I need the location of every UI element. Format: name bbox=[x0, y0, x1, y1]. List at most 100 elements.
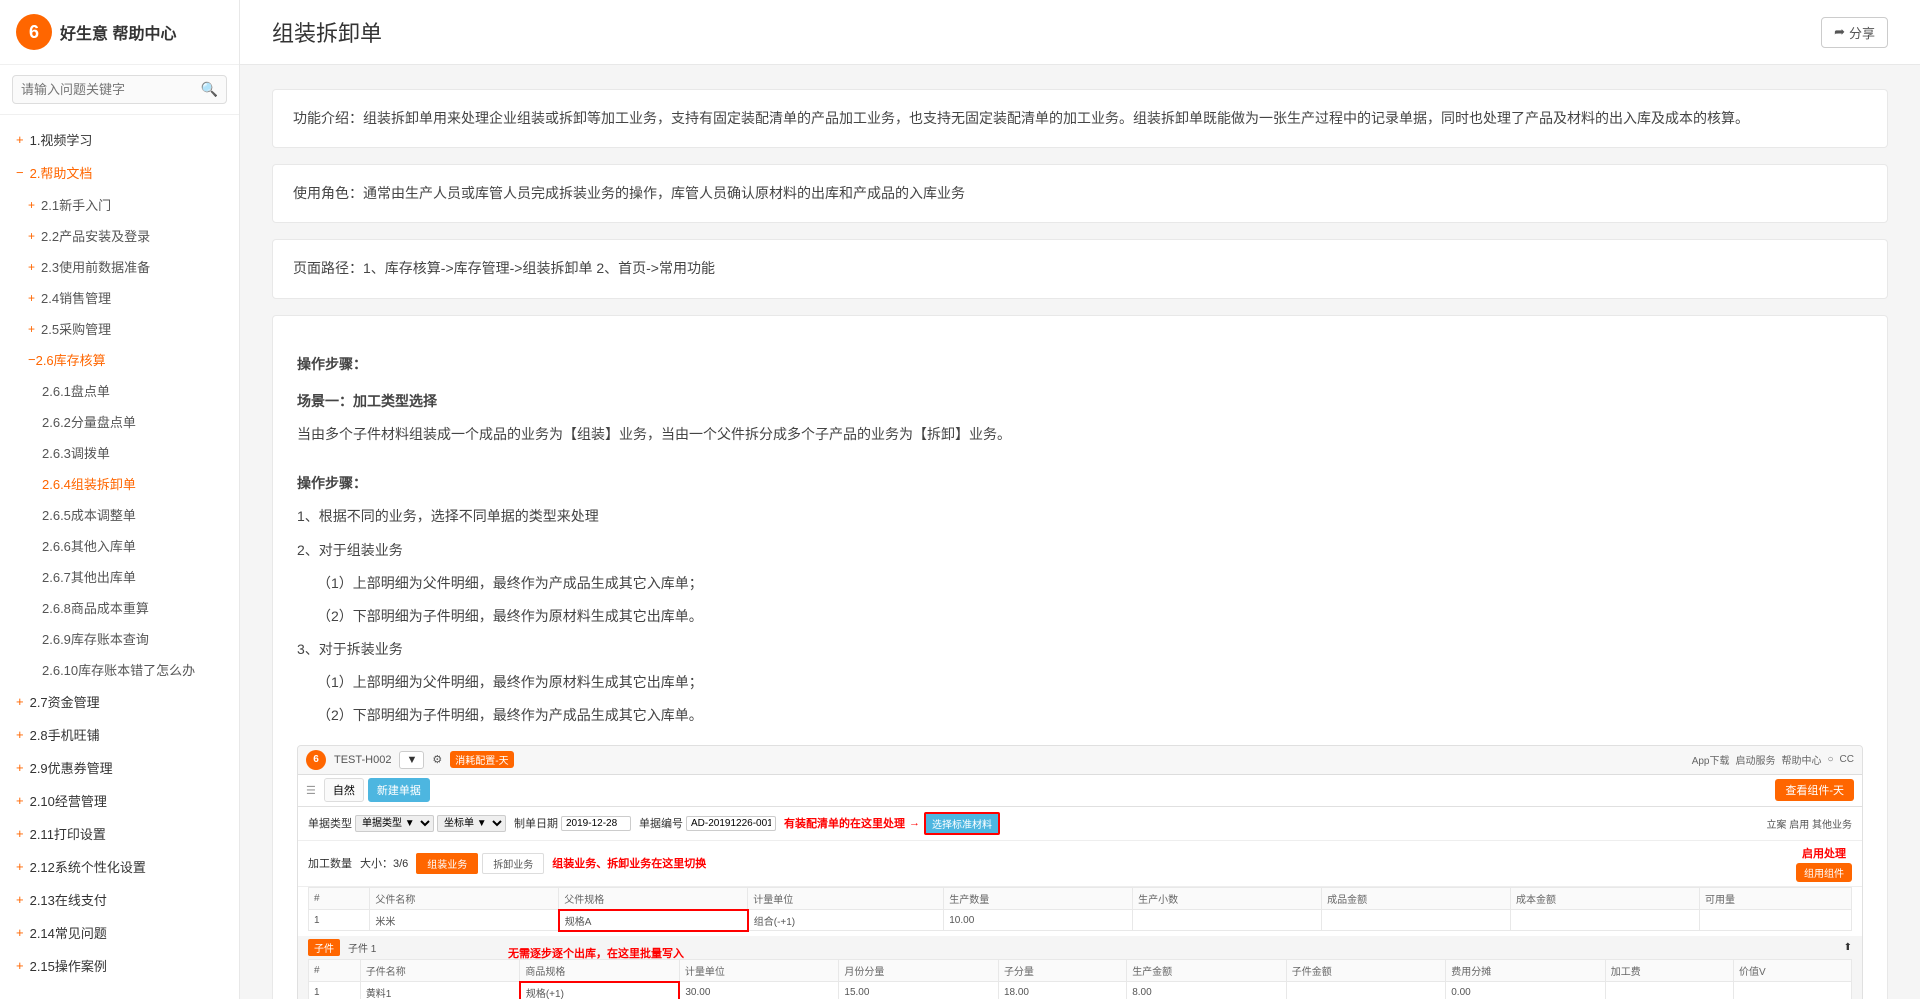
sidebar-item-inventory-query[interactable]: 2.6.9库存账本查询 bbox=[0, 623, 239, 654]
sim-setting-icon: ⚙ bbox=[432, 753, 442, 766]
sim-date-input[interactable] bbox=[561, 816, 631, 831]
sim-screenshot: 6 TEST-H002 ▼ ⚙ 消耗配置-天 App下载 启动服务 帮助中心 ○… bbox=[298, 746, 1862, 999]
lcell-name: 黄料1 bbox=[360, 982, 520, 999]
sidebar-item-inventory[interactable]: − 2.6库存核算 bbox=[0, 344, 239, 375]
sim-arrow-right: → bbox=[909, 817, 920, 829]
sim-nav-natural[interactable]: 自然 bbox=[324, 778, 364, 802]
main-area: 组装拆卸单 ➦ 分享 功能介绍：组装拆卸单用来处理企业组装或拆卸等加工业务，支持… bbox=[240, 0, 1920, 999]
sim-confirm-btn[interactable]: 选择标准材料 bbox=[924, 812, 1000, 835]
sim-view-component[interactable]: 查看组件-天 bbox=[1775, 779, 1854, 801]
sim-tag: 消耗配置-天 bbox=[450, 751, 513, 768]
sim-docno-input[interactable] bbox=[686, 816, 776, 831]
scene-title: 场景一：加工类型选择 bbox=[297, 389, 1863, 414]
sim-nav-new[interactable]: 新建单据 bbox=[368, 778, 430, 802]
sidebar-item-stocktake[interactable]: 2.6.1盘点单 bbox=[0, 375, 239, 406]
col-cost-amount: 成本金额 bbox=[1511, 887, 1700, 910]
sidebar-item-other-inbound[interactable]: 2.6.6其他入库单 bbox=[0, 530, 239, 561]
sidebar-item-print[interactable]: + 2.11打印设置 bbox=[0, 817, 239, 850]
sim-upper-table: # 父件名称 父件规格 计量单位 生产数量 生产小数 成品金额 成本金额 可用量 bbox=[308, 887, 1852, 932]
sidebar-item-assembly[interactable]: 2.6.4组装拆卸单 bbox=[0, 468, 239, 499]
sidebar-item-cost-recalc[interactable]: 2.6.8商品成本重算 bbox=[0, 592, 239, 623]
operation-steps-body: 操作步骤： 场景一：加工类型选择 当由多个子件材料组装成一个成品的业务为【组装】… bbox=[272, 315, 1888, 999]
sidebar-item-settings[interactable]: + 2.12系统个性化设置 bbox=[0, 850, 239, 883]
lcol-child-qty: 子分量 bbox=[998, 959, 1126, 982]
search-input[interactable] bbox=[21, 82, 201, 97]
minus-icon: − bbox=[16, 165, 24, 180]
nav-list: + 1.视频学习 − 2.帮助文档 + 2.1新手入门 + 2.2产品安装及登录 bbox=[0, 115, 239, 999]
sidebar-item-docs[interactable]: − 2.帮助文档 bbox=[0, 156, 239, 189]
sim-docno-field: 单据编号 bbox=[639, 815, 776, 831]
col-prod-qty: 生产数量 bbox=[944, 887, 1133, 910]
lcell-monthly: 15.00 bbox=[839, 982, 999, 999]
plus-icon: + bbox=[16, 826, 24, 841]
nav-section-payment: + 2.13在线支付 bbox=[0, 883, 239, 916]
nav-section-coupon: + 2.9优惠券管理 bbox=[0, 751, 239, 784]
sidebar-item-ops[interactable]: + 2.10经营管理 bbox=[0, 784, 239, 817]
share-icon: ➦ bbox=[1834, 24, 1845, 40]
sim-expand-icon: ⬆ bbox=[1844, 942, 1852, 953]
sim-type-select[interactable]: 单据类型 ▼ bbox=[355, 815, 434, 832]
sidebar-item-install[interactable]: + 2.2产品安装及登录 bbox=[0, 220, 239, 251]
user-name: CC bbox=[1840, 754, 1854, 765]
docs-sub-list: + 2.1新手入门 + 2.2产品安装及登录 + 2.3使用前数据准备 + 2.… bbox=[0, 189, 239, 685]
sim-lower-table: # 子件名称 商品规格 计量单位 月份分量 子分量 生产金额 子件金额 费用分摊 bbox=[308, 959, 1852, 999]
nav-section-settings: + 2.12系统个性化设置 bbox=[0, 850, 239, 883]
plus-icon: + bbox=[16, 925, 24, 940]
lcol-monthly: 月份分量 bbox=[839, 959, 999, 982]
sidebar-item-cost-adjust[interactable]: 2.6.5成本调整单 bbox=[0, 499, 239, 530]
search-box[interactable]: 🔍 bbox=[12, 75, 227, 104]
sidebar-item-transfer[interactable]: 2.6.3调拨单 bbox=[0, 437, 239, 468]
minus-icon: − bbox=[28, 352, 36, 367]
col-unit: 计量单位 bbox=[748, 887, 944, 910]
sidebar-item-sales[interactable]: + 2.4销售管理 bbox=[0, 282, 239, 313]
function-intro-text: 功能介绍：组装拆卸单用来处理企业组装或拆卸等加工业务，支持有固定装配清单的产品加… bbox=[293, 106, 1867, 131]
sim-right-actions: 立案 启用 其他业务 bbox=[1766, 816, 1852, 831]
sidebar-item-mobile[interactable]: + 2.8手机旺铺 bbox=[0, 718, 239, 751]
page-path-text: 页面路径：1、库存核算->库存管理->组装拆卸单 2、首页->常用功能 bbox=[293, 256, 1867, 281]
sim-type-label: 单据类型 bbox=[308, 815, 352, 831]
sim-logo: 6 bbox=[306, 750, 326, 770]
search-icon[interactable]: 🔍 bbox=[201, 81, 218, 98]
sim-nav: ☰ 自然 新建单据 查看组件-天 bbox=[298, 775, 1862, 807]
cell-cost-amt bbox=[1511, 910, 1700, 931]
sim-assembly-btn[interactable]: 组装业务 bbox=[416, 853, 478, 874]
sim-sub-type-select[interactable]: 坐标单 ▼ bbox=[437, 815, 506, 832]
sidebar-item-cases[interactable]: + 2.15操作案例 bbox=[0, 949, 239, 982]
sim-top-bar: 6 TEST-H002 ▼ ⚙ 消耗配置-天 App下载 启动服务 帮助中心 ○… bbox=[298, 746, 1862, 775]
share-button[interactable]: ➦ 分享 bbox=[1821, 17, 1888, 48]
sidebar-item-partial-stocktake[interactable]: 2.6.2分量盘点单 bbox=[0, 406, 239, 437]
sidebar-item-data-prep[interactable]: + 2.3使用前数据准备 bbox=[0, 251, 239, 282]
plus-icon: + bbox=[16, 859, 24, 874]
lcell-prod-amt: 8.00 bbox=[1127, 982, 1287, 999]
sidebar-item-beginner[interactable]: + 2.1新手入门 bbox=[0, 189, 239, 220]
sim-date-label: 制单日期 bbox=[514, 815, 558, 831]
nav-section-video: + 1.视频学习 bbox=[0, 123, 239, 156]
sidebar-item-other-outbound[interactable]: 2.6.7其他出库单 bbox=[0, 561, 239, 592]
logo-text: 好生意 帮助中心 bbox=[60, 20, 176, 44]
sim-disassembly-btn[interactable]: 拆卸业务 bbox=[482, 853, 544, 874]
lcol-seq: # bbox=[309, 959, 361, 982]
sidebar-item-purchase[interactable]: + 2.5采购管理 bbox=[0, 313, 239, 344]
sidebar-item-inventory-fix[interactable]: 2.6.10库存账本错了怎么办 bbox=[0, 654, 239, 685]
sim-qty-value: 大小：3/6 bbox=[360, 855, 408, 871]
step3-1: （1）上部明细为父件明细，最终作为原材料生成其它出库单； bbox=[297, 670, 1863, 695]
page-path-block: 页面路径：1、库存核算->库存管理->组装拆卸单 2、首页->常用功能 bbox=[272, 239, 1888, 298]
plus-icon: + bbox=[16, 727, 24, 742]
step2-2: （2）下部明细为子件明细，最终作为原材料生成其它出库单。 bbox=[297, 604, 1863, 629]
plus-icon: + bbox=[16, 760, 24, 775]
col-prod-decimal: 生产小数 bbox=[1133, 887, 1322, 910]
sidebar-item-coupon[interactable]: + 2.9优惠券管理 bbox=[0, 751, 239, 784]
sim-action-btn[interactable]: 组用组件 bbox=[1796, 863, 1852, 882]
sidebar-item-faq[interactable]: + 2.14常见问题 bbox=[0, 916, 239, 949]
plus-icon: + bbox=[28, 198, 35, 212]
plus-icon: + bbox=[28, 291, 35, 305]
sidebar-item-finance[interactable]: + 2.7资金管理 bbox=[0, 685, 239, 718]
sim-qty-row: 加工数量 大小：3/6 组装业务 拆卸业务 组装业务、拆卸业务在这里切换 启用处… bbox=[298, 841, 1862, 887]
sim-type-buttons-row: 组装业务 拆卸业务 bbox=[416, 853, 544, 874]
lcol-value: 价值V bbox=[1734, 959, 1852, 982]
sidebar-item-video[interactable]: + 1.视频学习 bbox=[0, 123, 239, 156]
lcell-spec: 规格(+1) bbox=[520, 982, 680, 999]
sidebar-item-payment[interactable]: + 2.13在线支付 bbox=[0, 883, 239, 916]
lcell-process bbox=[1605, 982, 1733, 999]
help-center-label: 帮助中心 bbox=[1782, 752, 1822, 767]
